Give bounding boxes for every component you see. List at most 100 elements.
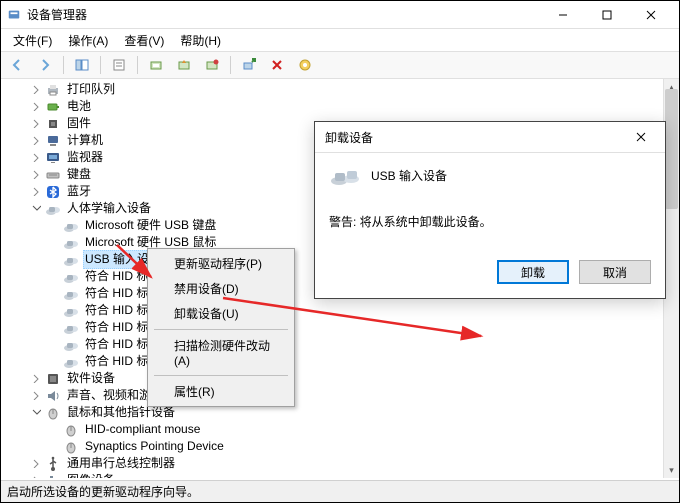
ctx-update-driver[interactable]: 更新驱动程序(P) bbox=[150, 251, 292, 276]
mouse-icon bbox=[45, 405, 61, 421]
status-bar: 启动所选设备的更新驱动程序向导。 bbox=[1, 480, 679, 502]
dialog-title-bar: 卸载设备 bbox=[315, 122, 665, 152]
hid-icon bbox=[63, 303, 79, 319]
expand-icon[interactable] bbox=[29, 372, 43, 386]
dialog-close-button[interactable] bbox=[627, 123, 655, 151]
tree-node-label: 符合 HID 标 bbox=[83, 319, 150, 336]
tree-node[interactable]: 符合 HID 标 bbox=[3, 353, 679, 370]
tree-node-label: 固件 bbox=[65, 115, 93, 132]
tree-node-label: 符合 HID 标 bbox=[83, 353, 150, 370]
menu-view[interactable]: 查看(V) bbox=[116, 30, 172, 51]
hid-icon bbox=[63, 252, 79, 268]
tree-node-label: 监视器 bbox=[65, 149, 105, 166]
device-options-button[interactable] bbox=[293, 54, 317, 76]
tree-node-label: 蓝牙 bbox=[65, 183, 93, 200]
hid-icon bbox=[63, 286, 79, 302]
remove-device-button[interactable] bbox=[265, 54, 289, 76]
dialog-cancel-button[interactable]: 取消 bbox=[579, 260, 651, 284]
expand-icon[interactable] bbox=[29, 117, 43, 131]
tree-node-label: 符合 HID 标 bbox=[83, 302, 150, 319]
tree-node-label: HID-compliant mouse bbox=[83, 421, 202, 438]
tree-node[interactable]: Synaptics Pointing Device bbox=[3, 438, 679, 455]
expand-icon[interactable] bbox=[29, 474, 43, 479]
properties-button[interactable] bbox=[107, 54, 131, 76]
expand-icon[interactable] bbox=[29, 185, 43, 199]
collapse-icon[interactable] bbox=[29, 406, 43, 420]
device-icon bbox=[329, 163, 361, 187]
tree-node[interactable]: 符合 HID 标 bbox=[3, 319, 679, 336]
tree-node-label: 键盘 bbox=[65, 166, 93, 183]
context-menu: 更新驱动程序(P) 禁用设备(D) 卸载设备(U) 扫描检测硬件改动(A) 属性… bbox=[147, 248, 295, 407]
expand-icon[interactable] bbox=[29, 151, 43, 165]
chip-icon bbox=[45, 116, 61, 132]
nav-forward-button[interactable] bbox=[33, 54, 57, 76]
uninstall-device-button[interactable] bbox=[200, 54, 224, 76]
scan-hardware-button[interactable] bbox=[237, 54, 261, 76]
computer-icon bbox=[45, 133, 61, 149]
hid-icon bbox=[63, 320, 79, 336]
disable-device-button[interactable] bbox=[172, 54, 196, 76]
tree-node-label: 符合 HID 标 bbox=[83, 268, 150, 285]
expand-icon[interactable] bbox=[29, 134, 43, 148]
expand-icon[interactable] bbox=[29, 100, 43, 114]
update-driver-button[interactable] bbox=[144, 54, 168, 76]
menu-bar: 文件(F) 操作(A) 查看(V) 帮助(H) bbox=[1, 29, 679, 51]
scroll-thumb[interactable] bbox=[665, 89, 678, 209]
nav-back-button[interactable] bbox=[5, 54, 29, 76]
uninstall-dialog: 卸载设备 USB 输入设备 警告: 将从系统中卸载此设备。 卸载 取消 bbox=[314, 121, 666, 299]
dialog-uninstall-button[interactable]: 卸载 bbox=[497, 260, 569, 284]
mouse-icon bbox=[63, 422, 79, 438]
window-title: 设备管理器 bbox=[27, 6, 541, 23]
minimize-button[interactable] bbox=[541, 1, 585, 29]
tree-node[interactable]: 符合 HID 标 bbox=[3, 302, 679, 319]
dialog-warning-text: 警告: 将从系统中卸载此设备。 bbox=[329, 213, 651, 230]
tree-node-label: 电池 bbox=[65, 98, 93, 115]
tree-node[interactable]: 符合 HID 标 bbox=[3, 336, 679, 353]
tree-node[interactable]: 通用串行总线控制器 bbox=[3, 455, 679, 472]
tree-node-label: 人体学输入设备 bbox=[65, 200, 153, 217]
menu-file[interactable]: 文件(F) bbox=[5, 30, 60, 51]
keyboard-icon bbox=[45, 167, 61, 183]
tree-node[interactable]: HID-compliant mouse bbox=[3, 421, 679, 438]
hid-icon bbox=[63, 235, 79, 251]
tree-node-label: 图像设备 bbox=[65, 472, 117, 478]
tree-node[interactable]: 图像设备 bbox=[3, 472, 679, 478]
monitor-icon bbox=[45, 150, 61, 166]
toolbar bbox=[1, 51, 679, 79]
expand-icon[interactable] bbox=[29, 168, 43, 182]
tree-node-label: 打印队列 bbox=[65, 81, 117, 98]
tree-node-label: Synaptics Pointing Device bbox=[83, 438, 226, 455]
expand-icon[interactable] bbox=[29, 389, 43, 403]
dialog-device-name: USB 输入设备 bbox=[371, 167, 447, 184]
sound-icon bbox=[45, 388, 61, 404]
tree-node-label: 计算机 bbox=[65, 132, 105, 149]
tree-node[interactable]: 打印队列 bbox=[3, 81, 679, 98]
tree-node[interactable]: 鼠标和其他指针设备 bbox=[3, 404, 679, 421]
menu-action[interactable]: 操作(A) bbox=[60, 30, 116, 51]
dialog-title: 卸载设备 bbox=[325, 129, 627, 146]
scroll-down-button[interactable]: ▾ bbox=[664, 462, 679, 478]
ctx-uninstall-device[interactable]: 卸载设备(U) bbox=[150, 301, 292, 326]
tree-node-label: Microsoft 硬件 USB 键盘 bbox=[83, 217, 218, 234]
ctx-disable-device[interactable]: 禁用设备(D) bbox=[150, 276, 292, 301]
hid-icon bbox=[63, 354, 79, 370]
show-tree-button[interactable] bbox=[70, 54, 94, 76]
bluetooth-icon bbox=[45, 184, 61, 200]
maximize-button[interactable] bbox=[585, 1, 629, 29]
collapse-icon[interactable] bbox=[29, 202, 43, 216]
ctx-scan-hardware[interactable]: 扫描检测硬件改动(A) bbox=[150, 333, 292, 372]
tree-node[interactable]: 软件设备 bbox=[3, 370, 679, 387]
tree-node-label: 符合 HID 标 bbox=[83, 285, 150, 302]
expand-icon[interactable] bbox=[29, 83, 43, 97]
ctx-properties[interactable]: 属性(R) bbox=[150, 379, 292, 404]
tree-node[interactable]: 声音、视频和游戏控制器 bbox=[3, 387, 679, 404]
close-button[interactable] bbox=[629, 1, 673, 29]
menu-help[interactable]: 帮助(H) bbox=[172, 30, 229, 51]
expand-icon[interactable] bbox=[29, 457, 43, 471]
usb-icon bbox=[45, 456, 61, 472]
software-icon bbox=[45, 371, 61, 387]
tree-node-label: 通用串行总线控制器 bbox=[65, 455, 177, 472]
camera-icon bbox=[45, 473, 61, 479]
tree-node[interactable]: 电池 bbox=[3, 98, 679, 115]
status-text: 启动所选设备的更新驱动程序向导。 bbox=[7, 483, 199, 500]
